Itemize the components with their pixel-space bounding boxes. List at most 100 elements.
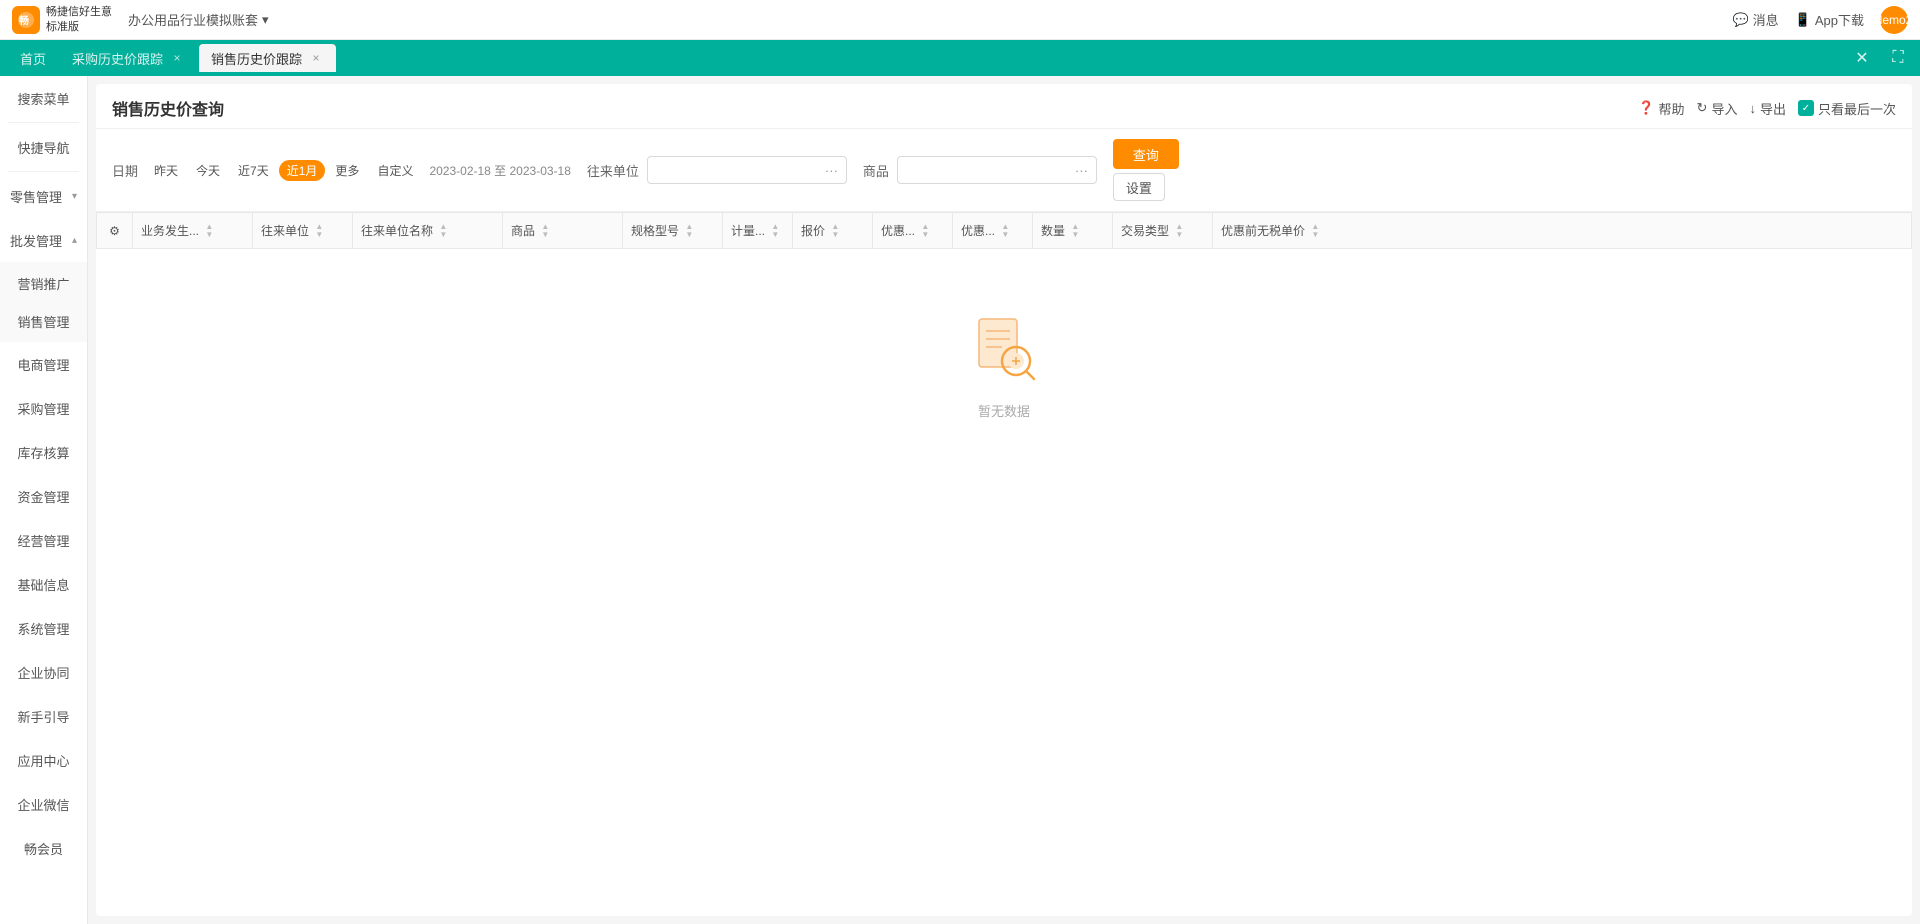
th-quoted-price[interactable]: 报价 ▲▼ xyxy=(793,213,873,249)
svg-text:畅: 畅 xyxy=(19,14,29,27)
th-trade-type[interactable]: 交易类型 ▲▼ xyxy=(1113,213,1213,249)
export-icon: ↓ xyxy=(1749,101,1756,116)
sort-arrows-qty: ▲▼ xyxy=(1071,223,1079,239)
sidebar-item-member[interactable]: 畅会员 xyxy=(0,826,87,870)
date-tab-more[interactable]: 更多 xyxy=(327,160,367,181)
tab-bar-left: 首页 采购历史价跟踪 × 销售历史价跟踪 × xyxy=(8,44,336,72)
date-filter-group: 日期 昨天 今天 近7天 近1月 更多 自定义 2023-02-18 至 202… xyxy=(112,160,571,181)
data-table: ⚙ 业务发生... ▲▼ 往来单位 ▲▼ 往来单位名称 ▲ xyxy=(96,212,1912,249)
sort-arrows-discount1: ▲▼ xyxy=(921,223,929,239)
sidebar-item-search-menu[interactable]: 搜索菜单 xyxy=(0,76,87,120)
sidebar-item-quick-nav[interactable]: 快捷导航 xyxy=(0,125,87,169)
tab-bar: 首页 采购历史价跟踪 × 销售历史价跟踪 × ✕ ⛶ xyxy=(0,40,1920,76)
date-tab-7days[interactable]: 近7天 xyxy=(230,160,277,181)
user-profile[interactable]: demo2 xyxy=(1880,6,1908,34)
app-download-action[interactable]: 📱 App下载 xyxy=(1795,10,1864,29)
sidebar-item-capital[interactable]: 资金管理 xyxy=(0,474,87,518)
sidebar: 搜索菜单 快捷导航 零售管理 ▾ 批发管理 ▴ 营销推广 销售管理 电商管理 采… xyxy=(0,76,88,924)
close-purchase-history-tab[interactable]: × xyxy=(169,50,185,66)
sidebar-sub-sales[interactable]: 销售管理 xyxy=(0,302,87,340)
tab-fullscreen-icon[interactable]: ⛶ xyxy=(1884,44,1912,72)
sidebar-item-new-guide[interactable]: 新手引导 xyxy=(0,694,87,738)
th-biz-date[interactable]: 业务发生... ▲▼ xyxy=(133,213,253,249)
empty-text: 暂无数据 xyxy=(978,401,1030,420)
partner-filter-group: 往来单位 ··· xyxy=(587,156,847,184)
sidebar-item-ecommerce[interactable]: 电商管理 xyxy=(0,342,87,386)
top-header: 畅 畅捷信好生意 标准版 办公用品行业模拟账套 ▾ 💬 消息 📱 App下载 d… xyxy=(0,0,1920,40)
app-selector[interactable]: 办公用品行业模拟账套 ▾ xyxy=(120,6,277,33)
date-tab-yesterday[interactable]: 昨天 xyxy=(146,160,186,181)
sidebar-item-purchase[interactable]: 采购管理 xyxy=(0,386,87,430)
sidebar-item-inventory[interactable]: 库存核算 xyxy=(0,430,87,474)
sidebar-section-wholesale: 营销推广 销售管理 xyxy=(0,262,87,342)
date-tab-custom[interactable]: 自定义 xyxy=(369,160,421,181)
product-filter-group: 商品 ··· xyxy=(863,156,1097,184)
th-partner-code[interactable]: 往来单位 ▲▼ xyxy=(253,213,353,249)
page-content: 销售历史价查询 ❓ 帮助 ↻ 导入 ↓ 导出 ✓ xyxy=(96,84,1912,916)
table-container: ⚙ 业务发生... ▲▼ 往来单位 ▲▼ 往来单位名称 ▲ xyxy=(96,212,1912,916)
help-icon: ❓ xyxy=(1638,100,1654,116)
import-button[interactable]: ↻ 导入 xyxy=(1697,99,1738,118)
sort-arrows-trade: ▲▼ xyxy=(1175,223,1183,239)
th-spec[interactable]: 规格型号 ▲▼ xyxy=(623,213,723,249)
sort-arrows-price: ▲▼ xyxy=(831,223,839,239)
product-dots-icon: ··· xyxy=(1075,163,1088,178)
avatar: demo2 xyxy=(1880,6,1908,34)
sidebar-item-operations[interactable]: 经营管理 xyxy=(0,518,87,562)
sidebar-divider-2 xyxy=(8,171,79,172)
tab-home[interactable]: 首页 xyxy=(8,44,58,72)
logo-area: 畅 畅捷信好生意 标准版 xyxy=(12,5,112,34)
header-left: 畅 畅捷信好生意 标准版 办公用品行业模拟账套 ▾ xyxy=(12,5,277,34)
th-discount1[interactable]: 优惠... ▲▼ xyxy=(873,213,953,249)
sort-arrows-pretax: ▲▼ xyxy=(1311,223,1319,239)
sort-arrows-unit: ▲▼ xyxy=(771,223,779,239)
page-title: 销售历史价查询 xyxy=(112,96,224,120)
sidebar-item-retail[interactable]: 零售管理 ▾ xyxy=(0,174,87,218)
product-label: 商品 xyxy=(863,161,889,180)
action-buttons: 查询 设置 xyxy=(1113,139,1179,201)
logo-icon: 畅 xyxy=(12,6,40,34)
header-right: 💬 消息 📱 App下载 demo2 xyxy=(1732,6,1908,34)
empty-icon xyxy=(964,309,1044,389)
export-button[interactable]: ↓ 导出 xyxy=(1749,99,1786,118)
sidebar-item-system[interactable]: 系统管理 xyxy=(0,606,87,650)
sidebar-item-enterprise-wechat[interactable]: 企业微信 xyxy=(0,782,87,826)
only-last-checkbox[interactable]: ✓ 只看最后一次 xyxy=(1798,99,1896,118)
sidebar-item-app-center[interactable]: 应用中心 xyxy=(0,738,87,782)
content-area: 销售历史价查询 ❓ 帮助 ↻ 导入 ↓ 导出 ✓ xyxy=(88,76,1920,924)
th-settings[interactable]: ⚙ xyxy=(97,213,133,249)
partner-input[interactable]: ··· xyxy=(647,156,847,184)
tab-sales-history[interactable]: 销售历史价跟踪 × xyxy=(199,44,336,72)
product-input[interactable]: ··· xyxy=(897,156,1097,184)
th-unit[interactable]: 计量... ▲▼ xyxy=(723,213,793,249)
empty-state: 暂无数据 xyxy=(96,249,1912,480)
th-quantity[interactable]: 数量 ▲▼ xyxy=(1033,213,1113,249)
date-tabs: 昨天 今天 近7天 近1月 更多 自定义 xyxy=(146,160,421,181)
retail-arrow-icon: ▾ xyxy=(72,191,77,202)
th-discount2[interactable]: 优惠... ▲▼ xyxy=(953,213,1033,249)
sidebar-sub-marketing[interactable]: 营销推广 xyxy=(0,264,87,302)
tab-bar-right: ✕ ⛶ xyxy=(1848,44,1912,72)
settings-button[interactable]: 设置 xyxy=(1113,173,1165,201)
help-button[interactable]: ❓ 帮助 xyxy=(1638,99,1684,118)
sort-arrows-biz-date: ▲▼ xyxy=(205,223,213,239)
partner-label: 往来单位 xyxy=(587,161,639,180)
chevron-down-icon: ▾ xyxy=(262,12,269,28)
tab-purchase-history[interactable]: 采购历史价跟踪 × xyxy=(60,44,197,72)
th-partner-name[interactable]: 往来单位名称 ▲▼ xyxy=(353,213,503,249)
query-button[interactable]: 查询 xyxy=(1113,139,1179,169)
sidebar-item-basic-info[interactable]: 基础信息 xyxy=(0,562,87,606)
close-sales-history-tab[interactable]: × xyxy=(308,50,324,66)
th-pretax-price[interactable]: 优惠前无税单价 ▲▼ xyxy=(1213,213,1912,249)
message-action[interactable]: 💬 消息 xyxy=(1732,10,1778,29)
th-product[interactable]: 商品 ▲▼ xyxy=(503,213,623,249)
download-icon: 📱 xyxy=(1795,12,1811,28)
date-tab-today[interactable]: 今天 xyxy=(188,160,228,181)
sidebar-item-wholesale[interactable]: 批发管理 ▴ xyxy=(0,218,87,262)
date-tab-1month[interactable]: 近1月 xyxy=(279,160,326,181)
sidebar-item-enterprise[interactable]: 企业协同 xyxy=(0,650,87,694)
tab-close-all-icon[interactable]: ✕ xyxy=(1848,44,1876,72)
sort-arrows-partner-name: ▲▼ xyxy=(439,223,447,239)
checkbox-icon: ✓ xyxy=(1798,100,1814,116)
page-actions: ❓ 帮助 ↻ 导入 ↓ 导出 ✓ 只看最后一次 xyxy=(1638,99,1896,118)
